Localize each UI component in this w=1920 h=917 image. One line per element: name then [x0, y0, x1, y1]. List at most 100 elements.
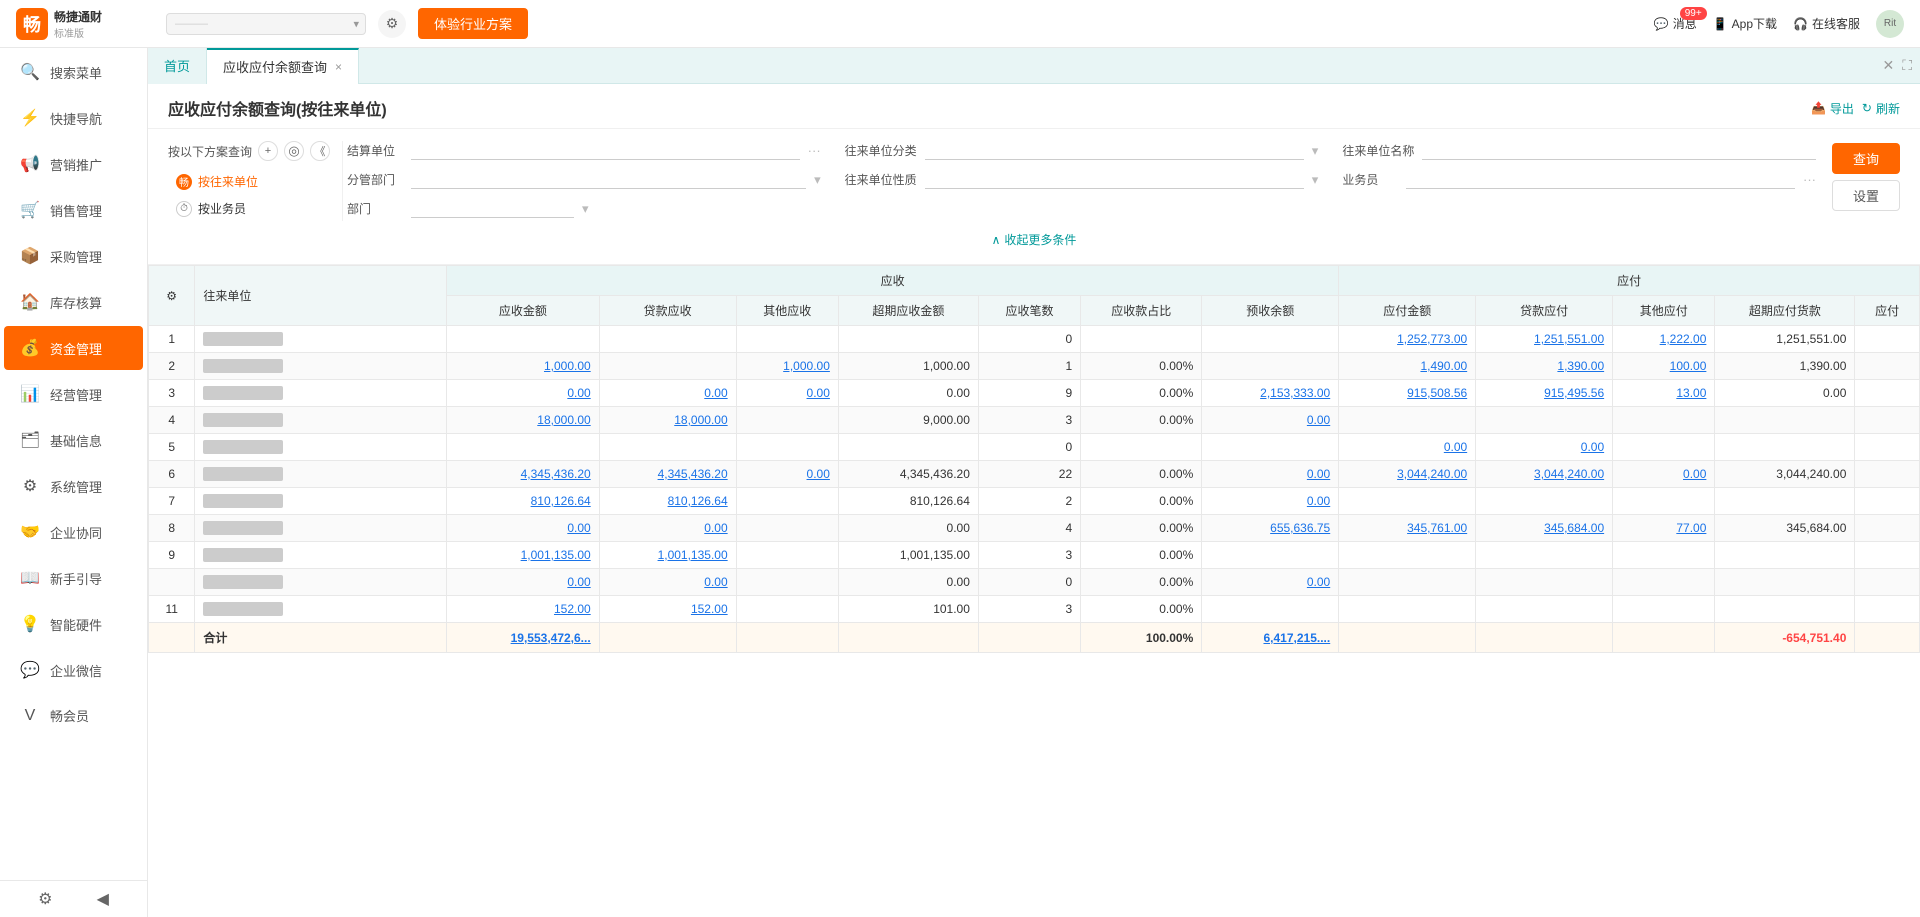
cell-link-val[interactable]: 1,390.00 — [1557, 359, 1604, 373]
cell-link-val[interactable]: 0.00 — [1307, 467, 1330, 481]
subdept-chevron[interactable]: ▾ — [582, 201, 589, 217]
export-button[interactable]: 📤 导出 — [1811, 100, 1854, 117]
input-settlement[interactable] — [411, 141, 800, 160]
sidebar-item-企业协同[interactable]: 🤝企业协同 — [4, 510, 143, 554]
query-button[interactable]: 查询 — [1832, 143, 1900, 174]
solution-button[interactable]: 体验行业方案 — [418, 8, 528, 39]
sidebar-item-营销推广[interactable]: 📢营销推广 — [4, 142, 143, 186]
cell-link-val[interactable]: 0.00 — [1307, 575, 1330, 589]
cell-link-val[interactable]: 4,345,436.20 — [658, 467, 728, 481]
cell-link-val[interactable]: 345,761.00 — [1407, 521, 1467, 535]
sidebar-item-系统管理[interactable]: ⚙系统管理 — [4, 464, 143, 508]
input-subdept[interactable] — [411, 199, 574, 218]
sidebar-item-采购管理[interactable]: 📦采购管理 — [4, 234, 143, 278]
tab-home[interactable]: 首页 — [148, 48, 207, 84]
sidebar-collapse-icon[interactable]: ◀ — [97, 889, 109, 909]
cell-link-val[interactable]: 18,000.00 — [674, 413, 727, 427]
cell-link-val[interactable]: 77.00 — [1676, 521, 1706, 535]
tab-close-all-icon[interactable]: ✕ — [1882, 57, 1894, 74]
sidebar-item-搜索菜单[interactable]: 🔍搜索菜单 — [4, 50, 143, 94]
cell-link-val[interactable]: 0.00 — [1444, 440, 1467, 454]
filter-add-btn[interactable]: + — [258, 141, 278, 161]
cell-link-val[interactable]: 915,495.56 — [1544, 386, 1604, 400]
cell-link-val[interactable]: 0.00 — [704, 575, 727, 589]
cell-link-val[interactable]: 100.00 — [1670, 359, 1707, 373]
gear-icon-btn[interactable]: ⚙ — [378, 10, 406, 38]
input-partner-name[interactable] — [1422, 141, 1816, 160]
cell-link-val[interactable]: 655,636.75 — [1270, 521, 1330, 535]
cell-link-val[interactable]: 1,251,551.00 — [1534, 332, 1604, 346]
total-ar-amt[interactable]: 19,553,472,6... — [447, 623, 600, 653]
sidebar-item-企业微信[interactable]: 💬企业微信 — [4, 648, 143, 692]
cell-link-val[interactable]: 13.00 — [1676, 386, 1706, 400]
cell-link-val[interactable]: 1,222.00 — [1660, 332, 1707, 346]
tab-close-icon[interactable]: × — [335, 60, 342, 74]
filter-collapse-scheme-btn[interactable]: 《 — [310, 141, 330, 161]
cell-link-val[interactable]: 0.00 — [567, 575, 590, 589]
settlement-dots[interactable]: ··· — [808, 143, 821, 158]
partner-nature-chevron[interactable]: ▾ — [1312, 172, 1319, 188]
app-download-btn[interactable]: 📱 App下载 — [1713, 15, 1777, 32]
cell-link-val[interactable]: 0.00 — [807, 467, 830, 481]
cell-link-val[interactable]: 345,684.00 — [1544, 521, 1604, 535]
online-service-btn[interactable]: 🎧 在线客服 — [1793, 15, 1860, 32]
partner-category-chevron[interactable]: ▾ — [1312, 143, 1319, 159]
cell-link-val[interactable]: 1,490.00 — [1420, 359, 1467, 373]
input-partner-nature[interactable] — [925, 170, 1304, 189]
tab-expand-icon[interactable]: ⛶ — [1902, 57, 1912, 74]
setting-button[interactable]: 设置 — [1832, 180, 1900, 211]
cell-link-val[interactable]: 810,126.64 — [531, 494, 591, 508]
tab-ar-balance[interactable]: 应收应付余额查询 × — [207, 48, 359, 84]
cell-link-val[interactable]: 4,345,436.20 — [521, 467, 591, 481]
sidebar-item-基础信息[interactable]: 🗂基础信息 — [4, 418, 143, 462]
cell-link-val[interactable]: 0.00 — [1581, 440, 1604, 454]
input-salesman[interactable] — [1406, 170, 1795, 189]
cell-link-val[interactable]: 0.00 — [704, 386, 727, 400]
sidebar-item-库存核算[interactable]: 🏠库存核算 — [4, 280, 143, 324]
cell-link-val[interactable]: 1,000.00 — [544, 359, 591, 373]
sidebar-item-销售管理[interactable]: 🛒销售管理 — [4, 188, 143, 232]
filter-target-btn[interactable]: ◎ — [284, 141, 304, 161]
cell-link-val[interactable]: 915,508.56 — [1407, 386, 1467, 400]
sidebar-item-新手引导[interactable]: 📖新手引导 — [4, 556, 143, 600]
cell-link-val[interactable]: 810,126.64 — [668, 494, 728, 508]
cell-link-val[interactable]: 3,044,240.00 — [1534, 467, 1604, 481]
cell-link-val[interactable]: 152.00 — [691, 602, 728, 616]
dept-chevron[interactable]: ▾ — [814, 172, 821, 188]
nav-address-bar[interactable]: ——— ▾ — [166, 13, 366, 35]
cell-link-val[interactable]: 0.00 — [567, 521, 590, 535]
scheme-by-salesman[interactable]: ⏱ 按业务员 — [168, 196, 330, 221]
cell-ar-overdue: 0.00 — [838, 380, 978, 407]
sidebar-item-经营管理[interactable]: 📊经营管理 — [4, 372, 143, 416]
cell-link-val[interactable]: 2,153,333.00 — [1260, 386, 1330, 400]
cell-link-val[interactable]: 0.00 — [1307, 413, 1330, 427]
sidebar-settings-icon[interactable]: ⚙ — [38, 889, 52, 909]
input-dept[interactable] — [411, 170, 806, 189]
cell-link-val[interactable]: 0.00 — [1307, 494, 1330, 508]
sidebar-item-快捷导航[interactable]: ⚡快捷导航 — [4, 96, 143, 140]
cell-link-val[interactable]: 0.00 — [567, 386, 590, 400]
cell-link-val[interactable]: 1,001,135.00 — [521, 548, 591, 562]
cell-link-val[interactable]: 152.00 — [554, 602, 591, 616]
cell-link-val[interactable]: 1,001,135.00 — [658, 548, 728, 562]
total-prepay[interactable]: 6,417,215.... — [1202, 623, 1339, 653]
cell-link-val[interactable]: 0.00 — [1683, 467, 1706, 481]
cell-link-val[interactable]: 1,252,773.00 — [1397, 332, 1467, 346]
cell-ar-other — [736, 542, 838, 569]
cell-link-val[interactable]: 1,000.00 — [783, 359, 830, 373]
table-settings-icon[interactable]: ⚙ — [149, 266, 195, 326]
input-partner-category[interactable] — [925, 141, 1304, 160]
cell-link-val[interactable]: 3,044,240.00 — [1397, 467, 1467, 481]
scheme-by-partner[interactable]: 畅 按往来单位 — [168, 169, 330, 194]
cell-link-val[interactable]: 18,000.00 — [537, 413, 590, 427]
messages-btn[interactable]: 💬 消息 99+ — [1654, 15, 1697, 32]
salesman-dots[interactable]: ··· — [1803, 172, 1816, 187]
sidebar-item-畅会员[interactable]: V畅会员 — [4, 694, 143, 737]
refresh-button[interactable]: ↻ 刷新 — [1862, 100, 1900, 117]
user-profile-btn[interactable]: Rit — [1876, 10, 1904, 38]
sidebar-item-资金管理[interactable]: 💰资金管理 — [4, 326, 143, 370]
sidebar-item-智能硬件[interactable]: 💡智能硬件 — [4, 602, 143, 646]
cell-link-val[interactable]: 0.00 — [704, 521, 727, 535]
collapse-more-btn[interactable]: ∧ 收起更多条件 — [168, 227, 1900, 252]
cell-link-val[interactable]: 0.00 — [807, 386, 830, 400]
